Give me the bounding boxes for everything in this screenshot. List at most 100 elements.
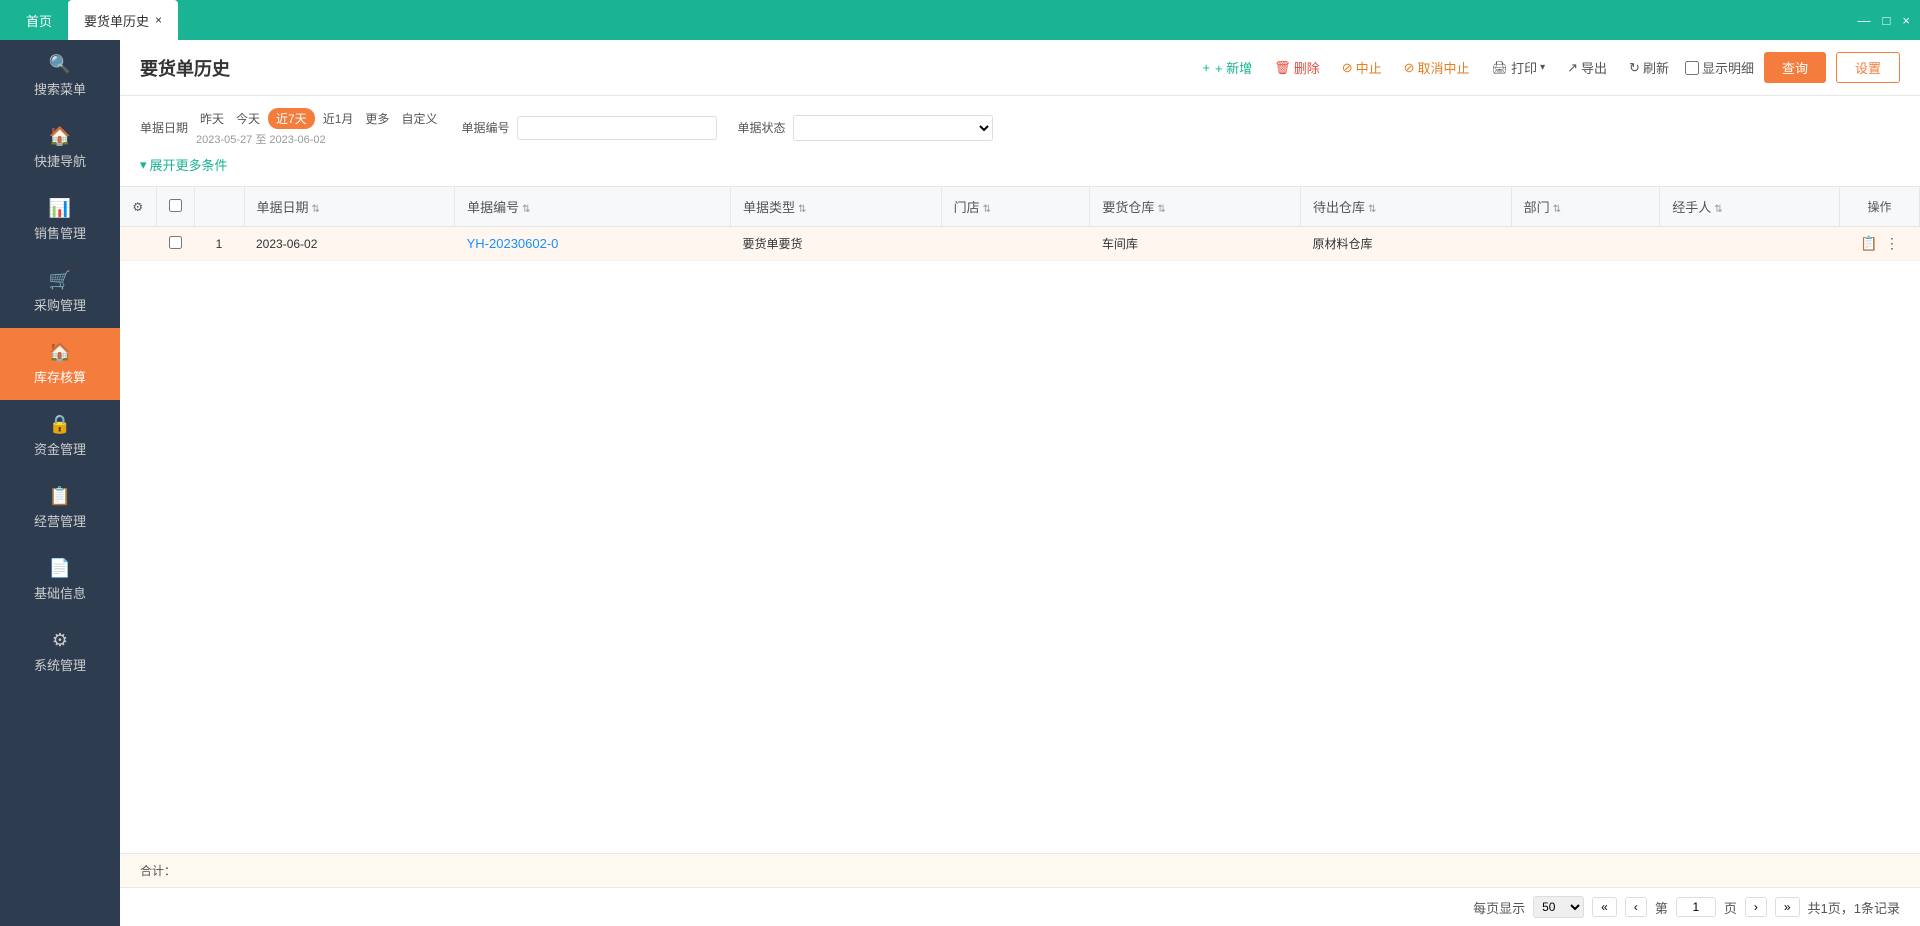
lock-icon: 🔒: [49, 414, 71, 435]
row-settings: [120, 227, 156, 261]
tab-home[interactable]: 首页: [10, 0, 68, 40]
col-settings[interactable]: ⚙: [120, 187, 156, 227]
sidebar-item-inventory[interactable]: 🏠 库存核算: [0, 328, 120, 400]
today-shortcut[interactable]: 今天: [232, 108, 264, 129]
row-edit-icon[interactable]: 📋: [1860, 235, 1877, 251]
date-filter-group: 单据日期 昨天 今天 近7天 近1月 更多 自定义 2023-05-27 至 2…: [140, 108, 441, 147]
status-filter-group: 单据状态: [737, 115, 993, 141]
query-button[interactable]: 查询: [1764, 52, 1826, 83]
col-store[interactable]: 门店⇅: [941, 187, 1090, 227]
col-ops: 操作: [1840, 187, 1920, 227]
sidebar-item-label: 销售管理: [34, 223, 86, 242]
tab-bar: 首页 要货单历史 ×: [10, 0, 1858, 40]
search-menu-icon: 🔍: [49, 54, 71, 75]
sort-doctype-icon[interactable]: ⇅: [798, 204, 806, 215]
table-header-row: ⚙ 单据日期⇅ 单据编号⇅ 单据类型⇅ 门店⇅ 要货仓库⇅ 待出仓库⇅ 部门⇅ …: [120, 187, 1920, 227]
sidebar-item-label: 采购管理: [34, 295, 86, 314]
new-button[interactable]: + + 新增: [1196, 54, 1258, 81]
tab-close-icon[interactable]: ×: [155, 13, 162, 27]
sidebar-item-label: 系统管理: [34, 655, 86, 674]
refresh-button[interactable]: ↻ 刷新: [1623, 54, 1675, 81]
col-req-warehouse[interactable]: 要货仓库⇅: [1090, 187, 1301, 227]
more-shortcut[interactable]: 更多: [361, 108, 393, 129]
page-title: 要货单历史: [140, 55, 230, 81]
topbar: 首页 要货单历史 × — □ ×: [0, 0, 1920, 40]
last-page-button[interactable]: »: [1775, 897, 1800, 917]
sort-handler-icon[interactable]: ⇅: [1714, 204, 1722, 215]
sort-reqwh-icon[interactable]: ⇅: [1157, 204, 1165, 215]
row-more-icon[interactable]: ⋮: [1885, 235, 1899, 251]
yesterday-shortcut[interactable]: 昨天: [196, 108, 228, 129]
document-icon: 📄: [49, 558, 71, 579]
print-button[interactable]: 🖨 打印 ▾: [1486, 54, 1552, 81]
last7days-shortcut[interactable]: 近7天: [268, 108, 315, 129]
col-checkbox[interactable]: [156, 187, 194, 227]
last-month-shortcut[interactable]: 近1月: [319, 108, 358, 129]
sort-date-icon[interactable]: ⇅: [312, 204, 320, 215]
page-size-label: 每页显示: [1473, 898, 1525, 917]
status-select[interactable]: [793, 115, 993, 141]
doc-number-input[interactable]: [517, 116, 717, 140]
tab-requisition-history[interactable]: 要货单历史 ×: [68, 0, 178, 40]
show-detail-checkbox[interactable]: [1685, 61, 1699, 75]
show-detail-toggle[interactable]: 显示明细: [1685, 58, 1754, 77]
table-row: 1 2023-06-02 YH-20230602-0 要货单要货 车间库 原材料…: [120, 227, 1920, 261]
col-handler[interactable]: 经手人⇅: [1660, 187, 1840, 227]
data-table: ⚙ 单据日期⇅ 单据编号⇅ 单据类型⇅ 门店⇅ 要货仓库⇅ 待出仓库⇅ 部门⇅ …: [120, 187, 1920, 261]
sort-store-icon[interactable]: ⇅: [983, 204, 991, 215]
sidebar-item-system[interactable]: ⚙ 系统管理: [0, 616, 120, 688]
select-all-checkbox[interactable]: [169, 199, 182, 212]
row-select-checkbox[interactable]: [169, 236, 182, 249]
gear-icon: ⚙: [52, 630, 68, 651]
export-button[interactable]: ↗ 导出: [1561, 54, 1613, 81]
new-icon: +: [1202, 60, 1210, 75]
chevron-down-icon: ▾: [140, 157, 147, 173]
page-header: 要货单历史 + + 新增 🗑 删除 ⊘ 中止 ⊘ 取消中止: [120, 40, 1920, 96]
window-close-button[interactable]: ×: [1902, 13, 1910, 28]
col-pending-warehouse[interactable]: 待出仓库⇅: [1300, 187, 1511, 227]
page-number-input[interactable]: 1: [1676, 897, 1716, 917]
export-icon: ↗: [1567, 60, 1578, 76]
window-maximize-button[interactable]: □: [1883, 13, 1891, 28]
filter-area: 单据日期 昨天 今天 近7天 近1月 更多 自定义 2023-05-27 至 2…: [120, 96, 1920, 187]
pagination-bar: 每页显示 20 50 100 200 « ‹ 第 1 页 › » 共1页，1条记…: [120, 887, 1920, 926]
sort-docnum-icon[interactable]: ⇅: [522, 204, 530, 215]
row-req-warehouse: 车间库: [1090, 227, 1301, 261]
cart-icon: 🛒: [49, 270, 71, 291]
first-page-button[interactable]: «: [1592, 897, 1617, 917]
window-minimize-button[interactable]: —: [1858, 13, 1871, 28]
footer-total-label: 合计：: [140, 862, 176, 879]
custom-shortcut[interactable]: 自定义: [397, 108, 441, 129]
sidebar-item-search-menu[interactable]: 🔍 搜索菜单: [0, 40, 120, 112]
row-department: [1511, 227, 1660, 261]
sidebar-item-operations[interactable]: 📋 经营管理: [0, 472, 120, 544]
sidebar-item-finance[interactable]: 🔒 资金管理: [0, 400, 120, 472]
col-doc-number[interactable]: 单据编号⇅: [455, 187, 731, 227]
row-doc-number: YH-20230602-0: [455, 227, 731, 261]
print-dropdown-icon: ▾: [1540, 62, 1545, 73]
sidebar-item-purchase[interactable]: 🛒 采购管理: [0, 256, 120, 328]
stop-button[interactable]: ⊘ 中止: [1336, 54, 1388, 81]
prev-page-button[interactable]: ‹: [1625, 897, 1647, 917]
sort-dept-icon[interactable]: ⇅: [1553, 204, 1561, 215]
col-department[interactable]: 部门⇅: [1511, 187, 1660, 227]
next-page-button[interactable]: ›: [1745, 897, 1767, 917]
sidebar: 🔍 搜索菜单 🏠 快捷导航 📊 销售管理 🛒 采购管理 🏠 库存核算 🔒 资金管…: [0, 40, 120, 926]
page-size-select[interactable]: 20 50 100 200: [1533, 896, 1584, 918]
col-date[interactable]: 单据日期⇅: [244, 187, 455, 227]
delete-button[interactable]: 🗑 删除: [1268, 54, 1326, 81]
sort-pendwh-icon[interactable]: ⇅: [1368, 204, 1376, 215]
expand-more-button[interactable]: ▾ 展开更多条件: [140, 155, 1900, 174]
sidebar-item-quick-nav[interactable]: 🏠 快捷导航: [0, 112, 120, 184]
sidebar-item-basic-info[interactable]: 📄 基础信息: [0, 544, 120, 616]
row-handler: [1660, 227, 1840, 261]
doc-number-label: 单据编号: [461, 119, 509, 136]
row-pending-warehouse: 原材料仓库: [1300, 227, 1511, 261]
doc-number-link[interactable]: YH-20230602-0: [467, 236, 559, 251]
col-doc-type[interactable]: 单据类型⇅: [731, 187, 942, 227]
cancel-stop-button[interactable]: ⊘ 取消中止: [1398, 54, 1476, 81]
row-checkbox[interactable]: [156, 227, 194, 261]
settings-button[interactable]: 设置: [1836, 52, 1900, 83]
doc-number-filter-group: 单据编号: [461, 116, 717, 140]
sidebar-item-sales[interactable]: 📊 销售管理: [0, 184, 120, 256]
